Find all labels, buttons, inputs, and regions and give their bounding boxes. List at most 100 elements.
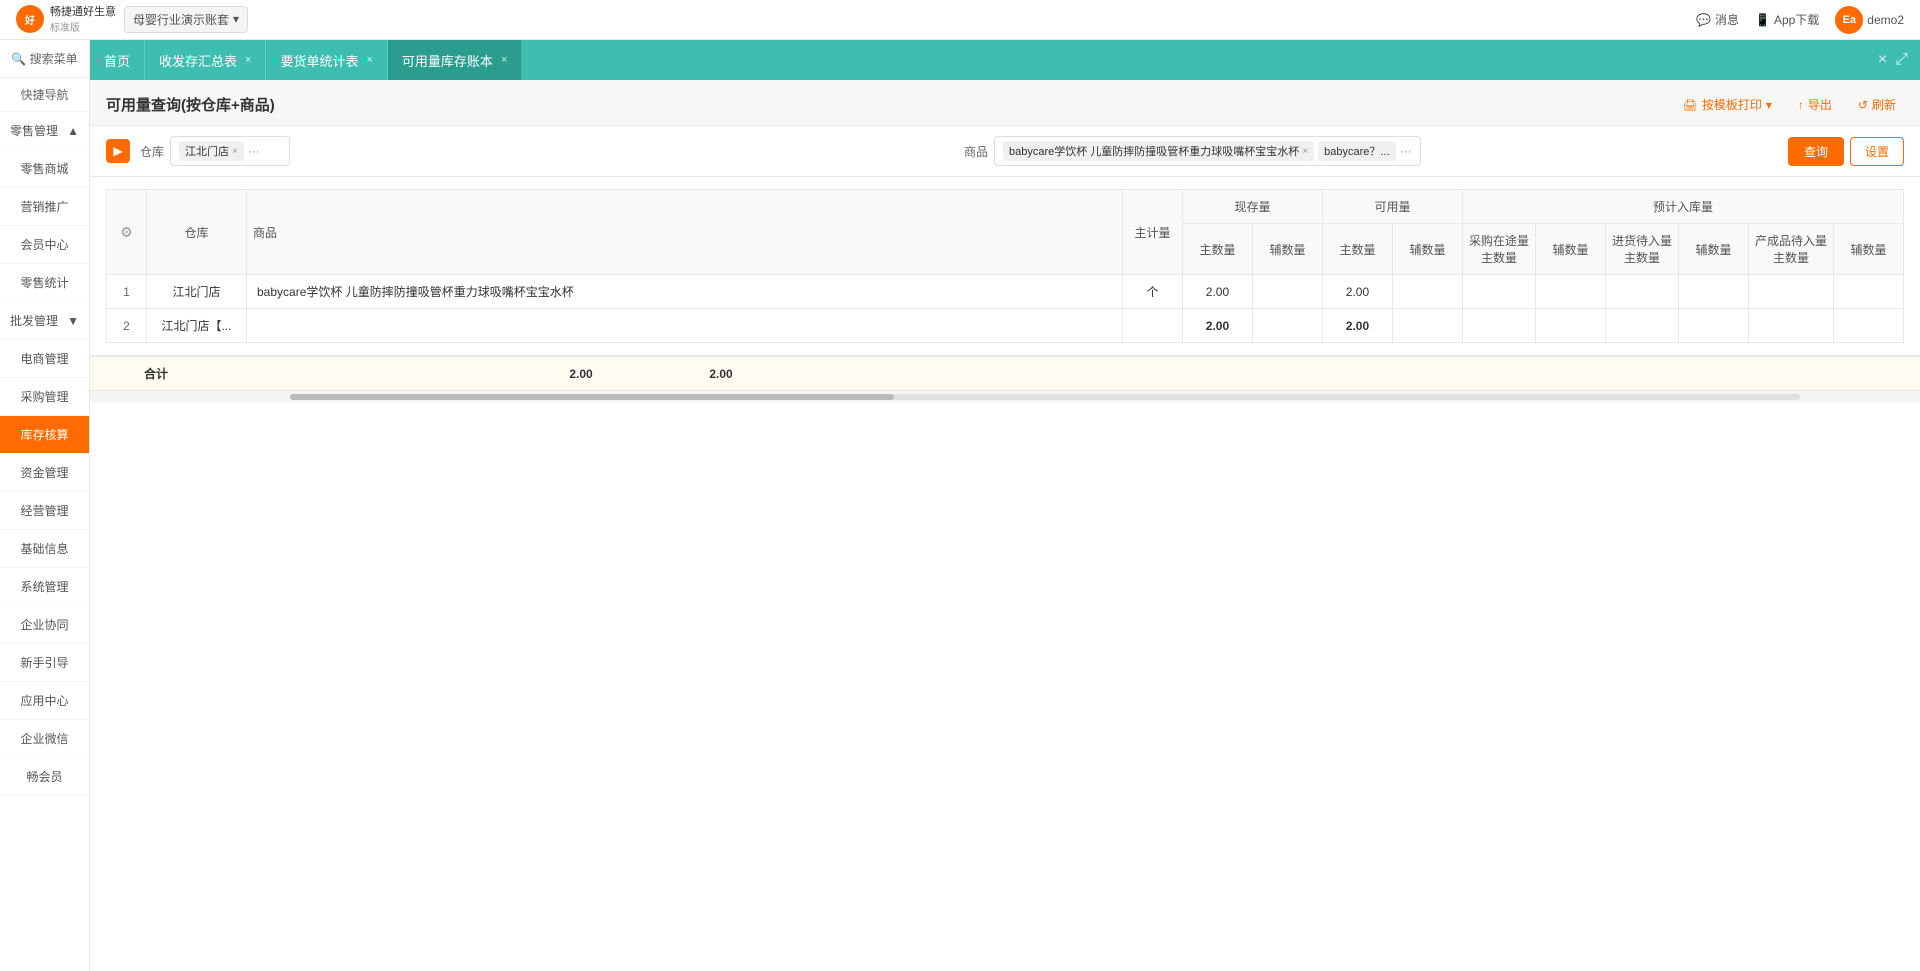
avatar-text: Ea bbox=[1843, 14, 1856, 26]
product-tag-1-value: babycare学饮杯 儿童防摔防撞吸管杯重力球吸嘴杯宝宝水杯 bbox=[1009, 143, 1299, 159]
sidebar-quick-nav[interactable]: 快捷导航 bbox=[0, 78, 89, 112]
tab-bar: 首页 收发存汇总表 × 要货单统计表 × 可用量库存账本 × × ⤢ bbox=[90, 40, 1920, 80]
user-profile[interactable]: Ea demo2 bbox=[1835, 6, 1904, 34]
warehouse-tag-close[interactable]: × bbox=[232, 146, 238, 157]
scroll-bar-track[interactable] bbox=[290, 394, 1800, 400]
scroll-bar-thumb[interactable] bbox=[290, 394, 894, 400]
cell-pp-sub-1 bbox=[1678, 275, 1748, 309]
tab-order-stats[interactable]: 要货单统计表 × bbox=[266, 40, 387, 80]
tab-home[interactable]: 首页 bbox=[90, 40, 145, 80]
sidebar-item-sys-mgmt[interactable]: 系统管理 bbox=[0, 568, 89, 606]
cell-prod-main-2 bbox=[1748, 309, 1833, 343]
chevron-icon: ▲ bbox=[67, 124, 79, 138]
top-bar-right: 💬 消息 📱 App下载 Ea demo2 bbox=[1696, 6, 1904, 34]
sidebar-item-enterprise[interactable]: 企业协同 bbox=[0, 606, 89, 644]
cell-pt-sub-2 bbox=[1535, 309, 1605, 343]
th-current-sub: 辅数量 bbox=[1252, 224, 1322, 275]
tab-close-order-stats[interactable]: × bbox=[366, 54, 372, 66]
sidebar-item-retail-mgmt[interactable]: 零售管理 ▲ bbox=[0, 112, 89, 150]
sidebar-item-ecommerce[interactable]: 电商管理 bbox=[0, 340, 89, 378]
th-available-group: 可用量 bbox=[1322, 190, 1462, 224]
message-label: 消息 bbox=[1715, 11, 1739, 28]
refresh-btn[interactable]: ↺ 刷新 bbox=[1850, 92, 1904, 117]
sidebar-item-retail-stats[interactable]: 零售统计 bbox=[0, 264, 89, 302]
page-actions: 🖨 按模板打印 ▾ ↑ 导出 ↺ 刷新 bbox=[1675, 92, 1904, 117]
print-btn[interactable]: 🖨 按模板打印 ▾ bbox=[1675, 92, 1780, 117]
sidebar-search[interactable]: 🔍 搜索菜单 bbox=[0, 40, 89, 78]
table-footer: 合计 2.00 2.00 bbox=[90, 355, 1920, 390]
sidebar-item-label: 经营管理 bbox=[20, 502, 68, 519]
cell-prod-main-1 bbox=[1748, 275, 1833, 309]
warehouse-more[interactable]: ··· bbox=[248, 144, 260, 158]
sidebar-item-member-center[interactable]: 会员中心 bbox=[0, 226, 89, 264]
sidebar-item-label: 营销推广 bbox=[20, 198, 68, 215]
page-content: 可用量查询(按仓库+商品) 🖨 按模板打印 ▾ ↑ 导出 ↺ bbox=[90, 80, 1920, 971]
sidebar-item-ops-mgmt[interactable]: 经营管理 bbox=[0, 492, 89, 530]
sidebar-search-label: 搜索菜单 bbox=[30, 52, 78, 66]
sidebar-item-label: 库存核算 bbox=[20, 426, 68, 443]
th-available-sub: 辅数量 bbox=[1392, 224, 1462, 275]
filter-product-group: 商品 babycare学饮杯 儿童防摔防撞吸管杯重力球吸嘴杯宝宝水杯 × bab… bbox=[964, 136, 1778, 166]
cell-warehouse-1: 江北门店 bbox=[147, 275, 247, 309]
sidebar-item-member[interactable]: 畅会员 bbox=[0, 758, 89, 796]
table-row: 2 江北门店【... 2.00 2.00 bbox=[107, 309, 1904, 343]
sidebar-item-purchase-mgmt[interactable]: 采购管理 bbox=[0, 378, 89, 416]
sidebar-item-label: 零售管理 bbox=[10, 122, 58, 139]
logo-icon: 好 bbox=[16, 5, 44, 33]
sidebar-item-label: 资金管理 bbox=[20, 464, 68, 481]
sidebar-item-retail-shop[interactable]: 零售商城 bbox=[0, 150, 89, 188]
export-label: 导出 bbox=[1808, 96, 1832, 113]
filter-area: ▶ 仓库 江北门店 × ··· 商品 bbox=[90, 126, 1920, 177]
cell-prod-sub-1 bbox=[1834, 275, 1904, 309]
footer-label: 合计 bbox=[106, 365, 206, 382]
tab-expand-btn[interactable]: ⤢ bbox=[1895, 51, 1908, 69]
th-production-pending-sub: 辅数量 bbox=[1834, 224, 1904, 275]
th-settings: ⚙ bbox=[107, 190, 147, 275]
sidebar-item-new-guide[interactable]: 新手引导 bbox=[0, 644, 89, 682]
export-btn[interactable]: ↑ 导出 bbox=[1790, 92, 1840, 117]
tab-close-btn[interactable]: × bbox=[1878, 51, 1887, 69]
search-icon: 🔍 bbox=[11, 52, 26, 66]
app-download-btn[interactable]: 📱 App下载 bbox=[1755, 11, 1819, 28]
th-planned-inbound-group: 预计入库量 bbox=[1462, 190, 1903, 224]
tab-close-receive-pay[interactable]: × bbox=[245, 54, 251, 66]
cell-unit-1: 个 bbox=[1122, 275, 1182, 309]
refresh-icon: ↺ bbox=[1858, 98, 1868, 112]
warehouse-tag: 江北门店 × bbox=[179, 141, 244, 161]
tab-receive-pay-label: 收发存汇总表 bbox=[159, 51, 237, 70]
th-production-pending-main: 产成品待入量主数量 bbox=[1748, 224, 1833, 275]
warehouse-filter-input[interactable]: 江北门店 × ··· bbox=[170, 136, 290, 166]
product-tag-1: babycare学饮杯 儿童防摔防撞吸管杯重力球吸嘴杯宝宝水杯 × bbox=[1003, 141, 1314, 161]
sidebar-item-marketing[interactable]: 营销推广 bbox=[0, 188, 89, 226]
sidebar-item-enterprise-wechat[interactable]: 企业微信 bbox=[0, 720, 89, 758]
sidebar-item-label: 系统管理 bbox=[20, 578, 68, 595]
tenant-selector[interactable]: 母婴行业演示账套 ▾ bbox=[124, 6, 248, 33]
sidebar-item-wholesale-mgmt[interactable]: 批发管理 ▼ bbox=[0, 302, 89, 340]
query-button[interactable]: 查询 bbox=[1788, 137, 1844, 166]
tab-close-available-inventory[interactable]: × bbox=[501, 54, 507, 66]
product-tag-2-value: babycare？... bbox=[1324, 143, 1389, 159]
filter-toggle-btn[interactable]: ▶ bbox=[106, 139, 130, 163]
setting-button[interactable]: 设置 bbox=[1850, 137, 1904, 166]
sidebar-item-label: 企业微信 bbox=[20, 730, 68, 747]
sidebar-item-label: 企业协同 bbox=[20, 616, 68, 633]
message-btn[interactable]: 💬 消息 bbox=[1696, 11, 1739, 28]
cell-pp-main-1 bbox=[1605, 275, 1678, 309]
tab-available-inventory[interactable]: 可用量库存账本 × bbox=[388, 40, 522, 80]
sidebar-item-base-info[interactable]: 基础信息 bbox=[0, 530, 89, 568]
cell-available-main-2: 2.00 bbox=[1322, 309, 1392, 343]
cell-product-1: babycare学饮杯 儿童防摔防撞吸管杯重力球吸嘴杯宝宝水杯 bbox=[247, 275, 1123, 309]
tab-receive-pay[interactable]: 收发存汇总表 × bbox=[145, 40, 266, 80]
product-tag-1-close[interactable]: × bbox=[1302, 146, 1308, 157]
sidebar-item-finance[interactable]: 资金管理 bbox=[0, 454, 89, 492]
product-more[interactable]: ··· bbox=[1400, 144, 1412, 158]
cell-pt-sub-1 bbox=[1535, 275, 1605, 309]
footer-available-main: 2.00 bbox=[686, 367, 756, 381]
sidebar-item-inventory[interactable]: 库存核算 bbox=[0, 416, 89, 454]
chevron-down-icon: ▾ bbox=[1766, 98, 1772, 112]
cell-current-sub-2 bbox=[1252, 309, 1322, 343]
product-filter-input[interactable]: babycare学饮杯 儿童防摔防撞吸管杯重力球吸嘴杯宝宝水杯 × babyca… bbox=[994, 136, 1421, 166]
gear-icon[interactable]: ⚙ bbox=[120, 224, 133, 240]
sidebar-item-label: 电商管理 bbox=[20, 350, 68, 367]
sidebar-item-app-center[interactable]: 应用中心 bbox=[0, 682, 89, 720]
